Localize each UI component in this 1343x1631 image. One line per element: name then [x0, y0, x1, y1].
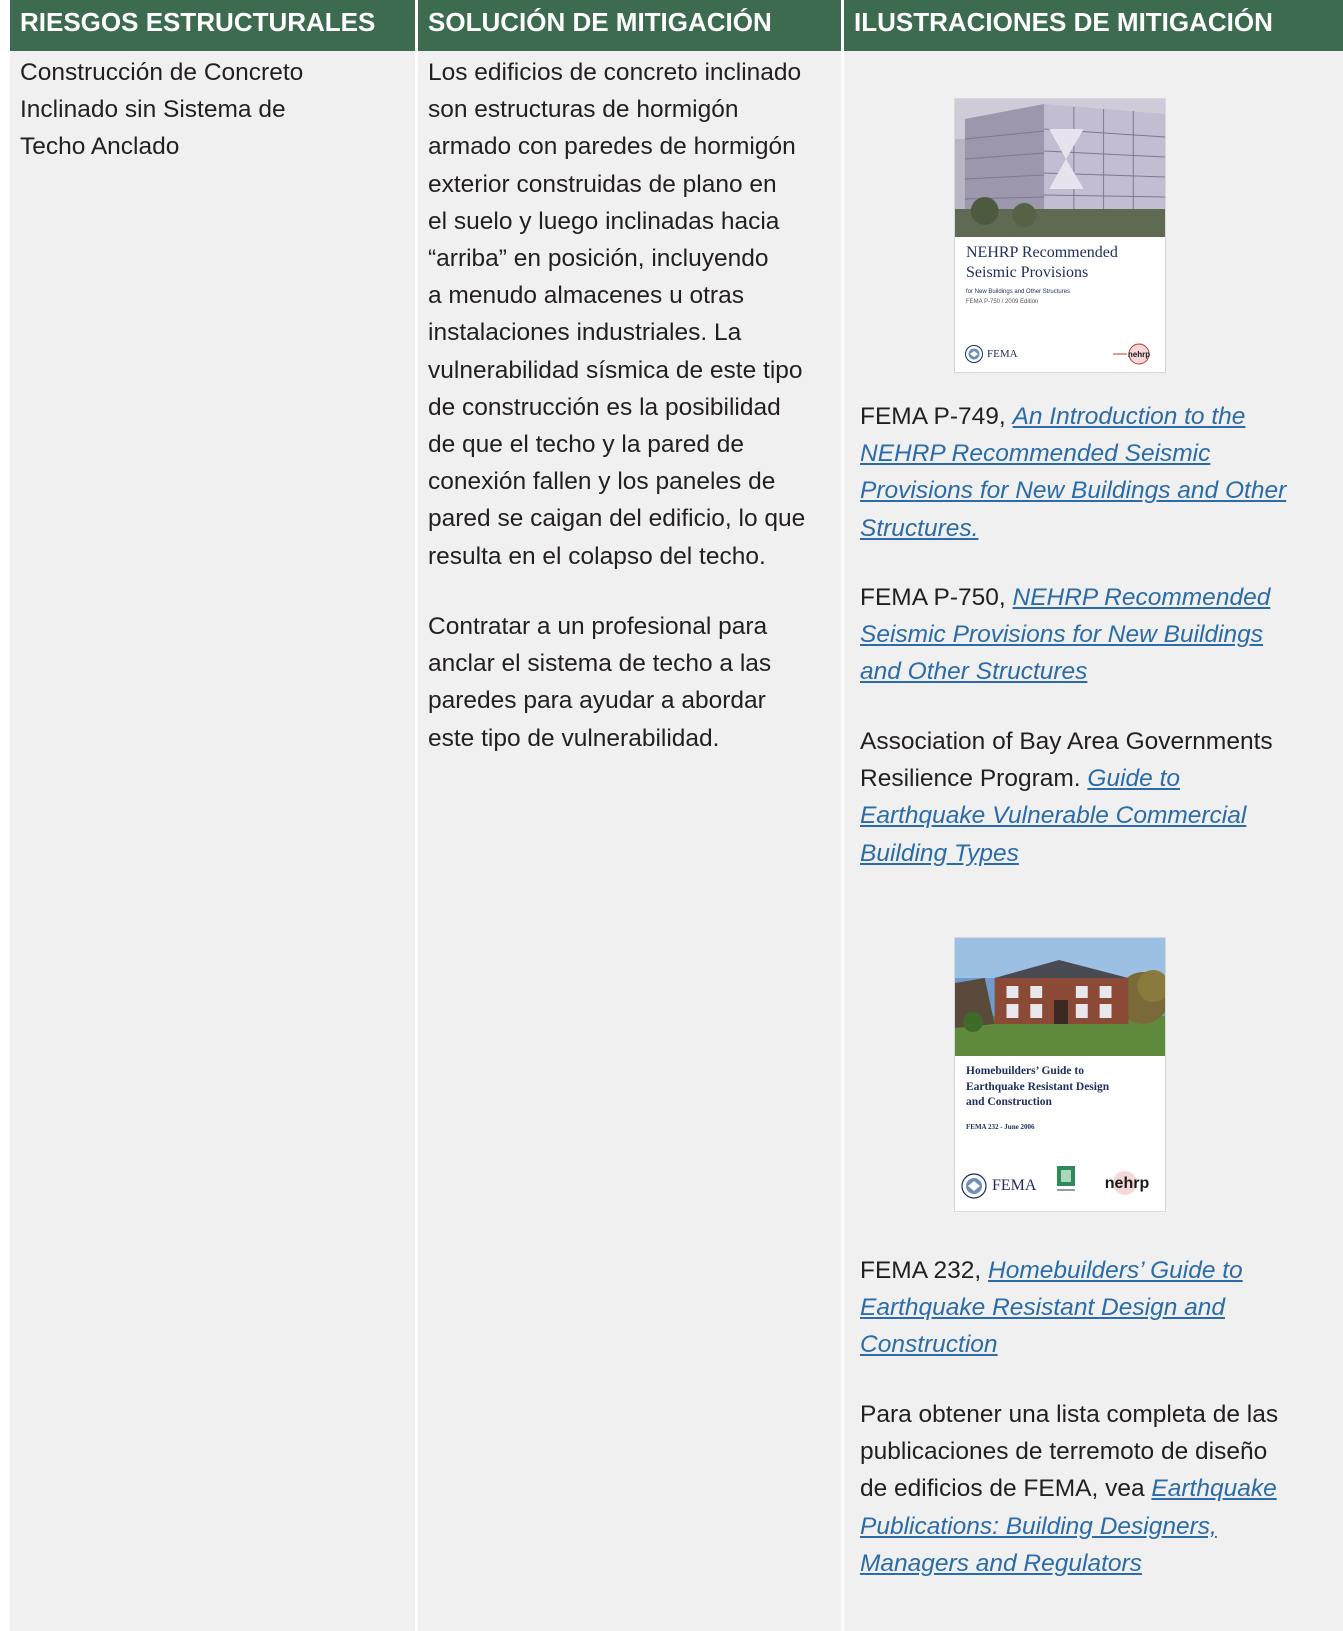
ref1-link[interactable]: Provisions for New Buildings and Other	[860, 477, 1286, 504]
solution-line: “arriba” en posición, incluyendo	[428, 245, 769, 273]
cover2-nehrp-text: nehrp	[1105, 1175, 1150, 1192]
risk-line: Construcción de Concreto	[20, 59, 304, 86]
ref1-link[interactable]: An Introduction to the	[1013, 403, 1246, 430]
header-riesgos: RIESGOS ESTRUCTURALES	[10, 0, 415, 51]
cover1-nehrp-text: nehrp	[1128, 350, 1150, 359]
solution-line: este tipo de vulnerabilidad.	[428, 724, 720, 752]
reference-abag: Association of Bay Area Governments Resi…	[860, 723, 1330, 872]
ref3-prefix: Resilience Program.	[860, 765, 1088, 793]
cover1-title-line: Seismic Provisions	[966, 264, 1089, 281]
ref4-link[interactable]: Construction	[860, 1331, 998, 1358]
nehrp-provisions-cover-image: NEHRP Recommended Seismic Provisions for…	[954, 98, 1166, 373]
office-building-photo	[955, 99, 1165, 237]
risk-line: Techo Anclado	[20, 133, 180, 161]
solution-line: Contratar a un profesional para	[428, 613, 768, 640]
ref1-prefix: FEMA P-749,	[860, 403, 1013, 430]
cover2-fema-label: FEMA	[992, 1177, 1037, 1194]
solution-line: anclar el sistema de techo a las	[428, 650, 772, 678]
ref2-link[interactable]: NEHRP Recommended	[1013, 584, 1271, 611]
header-solucion: SOLUCIÓN DE MITIGACIÓN	[418, 0, 841, 51]
ref5-text: publicaciones de terremoto de diseño	[860, 1438, 1268, 1466]
cover2-title: Homebuilders’ Guide to Earthquake Resist…	[966, 1064, 1161, 1111]
column-divider	[415, 0, 418, 1631]
solution-line: de que el techo y la pared de	[428, 431, 745, 459]
solution-line: el suelo y luego inclinadas hacia	[428, 207, 780, 235]
ref1-link[interactable]: NEHRP Recommended Seismic	[860, 440, 1210, 467]
fema-logo: FEMA	[965, 345, 1018, 363]
ref5-text: de edificios de FEMA, vea	[860, 1475, 1152, 1503]
risk-line: Inclinado sin Sistema de	[20, 96, 286, 124]
ref4-link[interactable]: Earthquake Resistant Design and	[860, 1294, 1225, 1321]
ref3-link[interactable]: Earthquake Vulnerable Commercial	[860, 802, 1246, 829]
solution-line: vulnerabilidad sísmica de este tipo	[428, 356, 803, 384]
solution-line: de construcción es la posibilidad	[428, 393, 781, 421]
risk-title: Construcción de Concreto Inclinado sin S…	[20, 54, 390, 166]
nehrp-logo-icon: nehrp	[1105, 1171, 1150, 1195]
dhs-seal-icon	[961, 1173, 987, 1199]
column-divider	[841, 0, 844, 1631]
solution-line: son estructuras de hormigón	[428, 96, 739, 124]
ref3-link[interactable]: Building Types	[860, 840, 1019, 867]
nehrp-logo: nehrp	[1103, 1170, 1151, 1201]
ref5-link[interactable]: Managers and Regulators	[860, 1550, 1142, 1577]
cover1-fema-label: FEMA	[987, 348, 1018, 360]
ref3-link[interactable]: Guide to	[1087, 765, 1180, 792]
cover2-edition: FEMA 232 - June 2006	[966, 1123, 1035, 1131]
cover2-title-line: Earthquake Resistant Design	[966, 1080, 1110, 1093]
house-photo	[955, 938, 1165, 1056]
ref4-prefix: FEMA 232,	[860, 1257, 989, 1284]
reference-fema-232: FEMA 232, Homebuilders’ Guide to Earthqu…	[860, 1252, 1330, 1364]
ref2-link[interactable]: Seismic Provisions for New Buildings	[860, 621, 1263, 648]
cover2-title-line: and Construction	[966, 1096, 1052, 1108]
solution-line: instalaciones industriales. La	[428, 319, 742, 347]
solution-line: Los edificios de concreto inclinado	[428, 59, 802, 86]
header-ilustraciones: ILUSTRACIONES DE MITIGACIÓN	[844, 0, 1343, 51]
homebuilders-guide-cover-image: Homebuilders’ Guide to Earthquake Resist…	[954, 937, 1166, 1212]
solution-paragraph-2: Contratar a un profesional para anclar e…	[428, 608, 828, 757]
nehrp-logo-icon: nehrp	[1113, 343, 1150, 365]
solution-line: a menudo almacenes u otras	[428, 282, 744, 310]
solution-line: paredes para ayudar a abordar	[428, 687, 766, 715]
ref1-link[interactable]: Structures.	[860, 515, 978, 542]
ref4-link[interactable]: Homebuilders’ Guide to	[988, 1257, 1243, 1284]
ref5-text: Para obtener una lista completa de las	[860, 1401, 1279, 1428]
reference-fema-p750: FEMA P-750, NEHRP Recommended Seismic Pr…	[860, 579, 1330, 691]
cover2-title-line: Homebuilders’ Guide to	[966, 1065, 1084, 1077]
bssc-logo-icon	[1057, 1166, 1075, 1191]
solution-paragraph-1: Los edificios de concreto inclinado son …	[428, 54, 828, 575]
ref5-link[interactable]: Publications: Building Designers,	[860, 1513, 1217, 1540]
solution-line: pared se caigan del edificio, lo que	[428, 505, 806, 533]
ref5-link[interactable]: Earthquake	[1151, 1475, 1276, 1502]
cover1-title: NEHRP Recommended Seismic Provisions	[966, 243, 1161, 283]
cover1-subtitle: for New Buildings and Other Structures	[966, 289, 1071, 295]
cover1-edition: FEMA P-750 / 2009 Edition	[966, 299, 1039, 305]
ref2-link[interactable]: and Other Structures	[860, 658, 1087, 685]
solution-line: conexión fallen y los paneles de	[428, 468, 776, 496]
dhs-seal-icon	[965, 345, 983, 363]
cover1-title-line: NEHRP Recommended	[966, 244, 1118, 261]
solution-line: armado con paredes de hormigón	[428, 133, 796, 161]
ref3-text: Association of Bay Area Governments	[860, 728, 1273, 755]
solution-line: resulta en el colapso del techo.	[428, 542, 766, 570]
ref2-prefix: FEMA P-750,	[860, 584, 1013, 611]
reference-earthquake-publications: Para obtener una lista completa de las p…	[860, 1396, 1330, 1582]
solution-line: exterior construidas de plano en	[428, 170, 777, 198]
reference-fema-p749: FEMA P-749, An Introduction to the NEHRP…	[860, 398, 1330, 547]
fema-logo: FEMA	[961, 1173, 1036, 1199]
